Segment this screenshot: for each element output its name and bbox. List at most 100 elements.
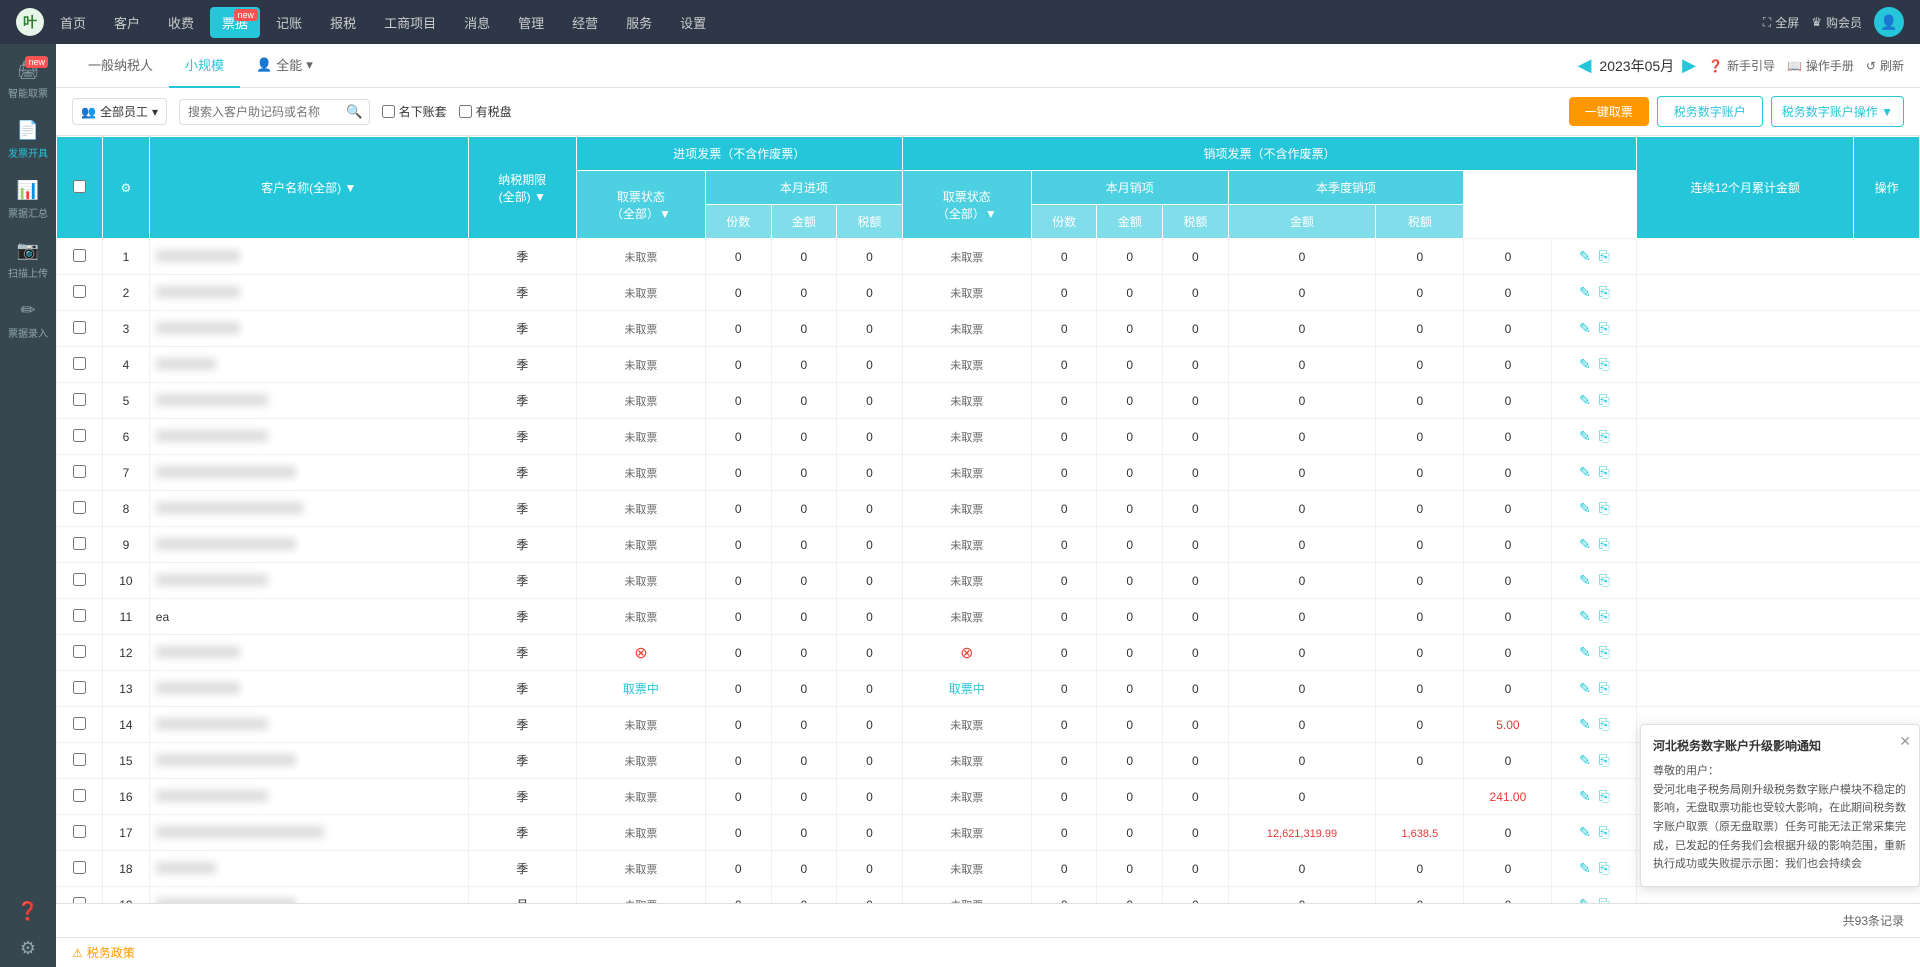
- row-check[interactable]: [73, 321, 86, 334]
- one-key-fetch-btn[interactable]: 一键取票: [1569, 97, 1649, 126]
- user-avatar[interactable]: 👤: [1874, 7, 1904, 37]
- nav-settings[interactable]: 设置: [668, 7, 718, 38]
- nav-operation[interactable]: 经营: [560, 7, 610, 38]
- row-check[interactable]: [73, 501, 86, 514]
- row-checkbox[interactable]: [57, 779, 103, 815]
- row-check[interactable]: [73, 861, 86, 874]
- fullscreen-btn[interactable]: ⛶ 全屏: [1763, 14, 1799, 31]
- employee-select[interactable]: 👥 全部员工 ▾: [72, 98, 167, 125]
- edit-btn[interactable]: ✎: [1577, 822, 1593, 843]
- tax-policy-bar[interactable]: ⚠ 税务政策: [56, 937, 1920, 967]
- row-checkbox[interactable]: [57, 383, 103, 419]
- row-check[interactable]: [73, 681, 86, 694]
- copy-btn[interactable]: ⎘: [1597, 318, 1612, 339]
- row-checkbox[interactable]: [57, 311, 103, 347]
- row-check[interactable]: [73, 717, 86, 730]
- row-checkbox[interactable]: [57, 419, 103, 455]
- edit-btn[interactable]: ✎: [1577, 714, 1593, 735]
- edit-btn[interactable]: ✎: [1577, 642, 1593, 663]
- edit-btn[interactable]: ✎: [1577, 282, 1593, 303]
- tab-small-scale[interactable]: 小规模: [169, 44, 240, 88]
- edit-btn[interactable]: ✎: [1577, 354, 1593, 375]
- row-check[interactable]: [73, 753, 86, 766]
- nav-service[interactable]: 服务: [614, 7, 664, 38]
- row-checkbox[interactable]: [57, 671, 103, 707]
- nav-ticket[interactable]: 票据 new: [210, 7, 260, 38]
- edit-btn[interactable]: ✎: [1577, 894, 1593, 903]
- th-tax-period[interactable]: 纳税期限(全部) ▼: [468, 137, 576, 239]
- under-account-check[interactable]: [382, 105, 395, 118]
- notification-close-btn[interactable]: ✕: [1899, 733, 1911, 750]
- nav-business[interactable]: 工商项目: [372, 7, 448, 38]
- edit-btn[interactable]: ✎: [1577, 390, 1593, 411]
- copy-btn[interactable]: ⎘: [1597, 858, 1612, 879]
- sidebar-item-help[interactable]: ❓: [2, 893, 54, 930]
- row-checkbox[interactable]: [57, 707, 103, 743]
- row-check[interactable]: [73, 537, 86, 550]
- nav-tax[interactable]: 报税: [318, 7, 368, 38]
- row-checkbox[interactable]: [57, 491, 103, 527]
- th-checkbox[interactable]: [57, 137, 103, 239]
- copy-btn[interactable]: ⎘: [1597, 678, 1612, 699]
- edit-btn[interactable]: ✎: [1577, 318, 1593, 339]
- row-checkbox[interactable]: [57, 599, 103, 635]
- select-all-checkbox[interactable]: [73, 180, 86, 193]
- row-checkbox[interactable]: [57, 743, 103, 779]
- copy-btn[interactable]: ⎘: [1597, 462, 1612, 483]
- edit-btn[interactable]: ✎: [1577, 426, 1593, 447]
- edit-btn[interactable]: ✎: [1577, 570, 1593, 591]
- row-checkbox[interactable]: [57, 275, 103, 311]
- digital-account-btn[interactable]: 税务数字账户: [1657, 96, 1763, 127]
- tab-general-taxpayer[interactable]: 一般纳税人: [72, 44, 169, 88]
- under-account-checkbox[interactable]: 名下账套: [382, 103, 447, 120]
- refresh-btn[interactable]: ↺ 刷新: [1866, 57, 1904, 74]
- edit-btn[interactable]: ✎: [1577, 498, 1593, 519]
- copy-btn[interactable]: ⎘: [1597, 534, 1612, 555]
- edit-btn[interactable]: ✎: [1577, 750, 1593, 771]
- sidebar-item-config[interactable]: ⚙: [2, 930, 54, 967]
- customer-search-btn[interactable]: 🔍: [340, 100, 369, 124]
- has-tax-disk-check[interactable]: [459, 105, 472, 118]
- edit-btn[interactable]: ✎: [1577, 534, 1593, 555]
- row-checkbox[interactable]: [57, 455, 103, 491]
- member-btn[interactable]: ♛ 购会员: [1811, 14, 1862, 31]
- edit-btn[interactable]: ✎: [1577, 678, 1593, 699]
- copy-btn[interactable]: ⎘: [1597, 894, 1612, 903]
- edit-btn[interactable]: ✎: [1577, 606, 1593, 627]
- copy-btn[interactable]: ⎘: [1597, 354, 1612, 375]
- row-checkbox[interactable]: [57, 527, 103, 563]
- tab-all[interactable]: 👤 全能 ▾: [240, 44, 329, 88]
- period-prev-btn[interactable]: ◀: [1578, 55, 1592, 76]
- manual-btn[interactable]: 📖 操作手册: [1787, 57, 1854, 74]
- new-guide-btn[interactable]: ❓ 新手引导: [1708, 57, 1775, 74]
- row-check[interactable]: [73, 573, 86, 586]
- row-check[interactable]: [73, 249, 86, 262]
- edit-btn[interactable]: ✎: [1577, 246, 1593, 267]
- sidebar-item-invoice-open[interactable]: 📄 发票开具: [2, 112, 54, 168]
- row-check[interactable]: [73, 789, 86, 802]
- has-tax-disk-checkbox[interactable]: 有税盘: [459, 103, 512, 120]
- edit-btn[interactable]: ✎: [1577, 858, 1593, 879]
- sidebar-item-entry[interactable]: ✏ 票据录入: [2, 292, 54, 348]
- copy-btn[interactable]: ⎘: [1597, 570, 1612, 591]
- row-checkbox[interactable]: [57, 239, 103, 275]
- th-customer-name[interactable]: 客户名称(全部) ▼: [149, 137, 468, 239]
- sidebar-item-summary[interactable]: 📊 票据汇总: [2, 172, 54, 228]
- row-check[interactable]: [73, 465, 86, 478]
- nav-home[interactable]: 首页: [48, 7, 98, 38]
- row-check[interactable]: [73, 393, 86, 406]
- copy-btn[interactable]: ⎘: [1597, 246, 1612, 267]
- row-check[interactable]: [73, 429, 86, 442]
- row-check[interactable]: [73, 825, 86, 838]
- copy-btn[interactable]: ⎘: [1597, 714, 1612, 735]
- row-checkbox[interactable]: [57, 887, 103, 904]
- copy-btn[interactable]: ⎘: [1597, 390, 1612, 411]
- th-out-status[interactable]: 取票状态（全部）▼: [902, 171, 1031, 239]
- row-check[interactable]: [73, 609, 86, 622]
- row-checkbox[interactable]: [57, 635, 103, 671]
- copy-btn[interactable]: ⎘: [1597, 498, 1612, 519]
- nav-management[interactable]: 管理: [506, 7, 556, 38]
- row-check[interactable]: [73, 357, 86, 370]
- th-in-status[interactable]: 取票状态（全部）▼: [576, 171, 705, 239]
- row-checkbox[interactable]: [57, 851, 103, 887]
